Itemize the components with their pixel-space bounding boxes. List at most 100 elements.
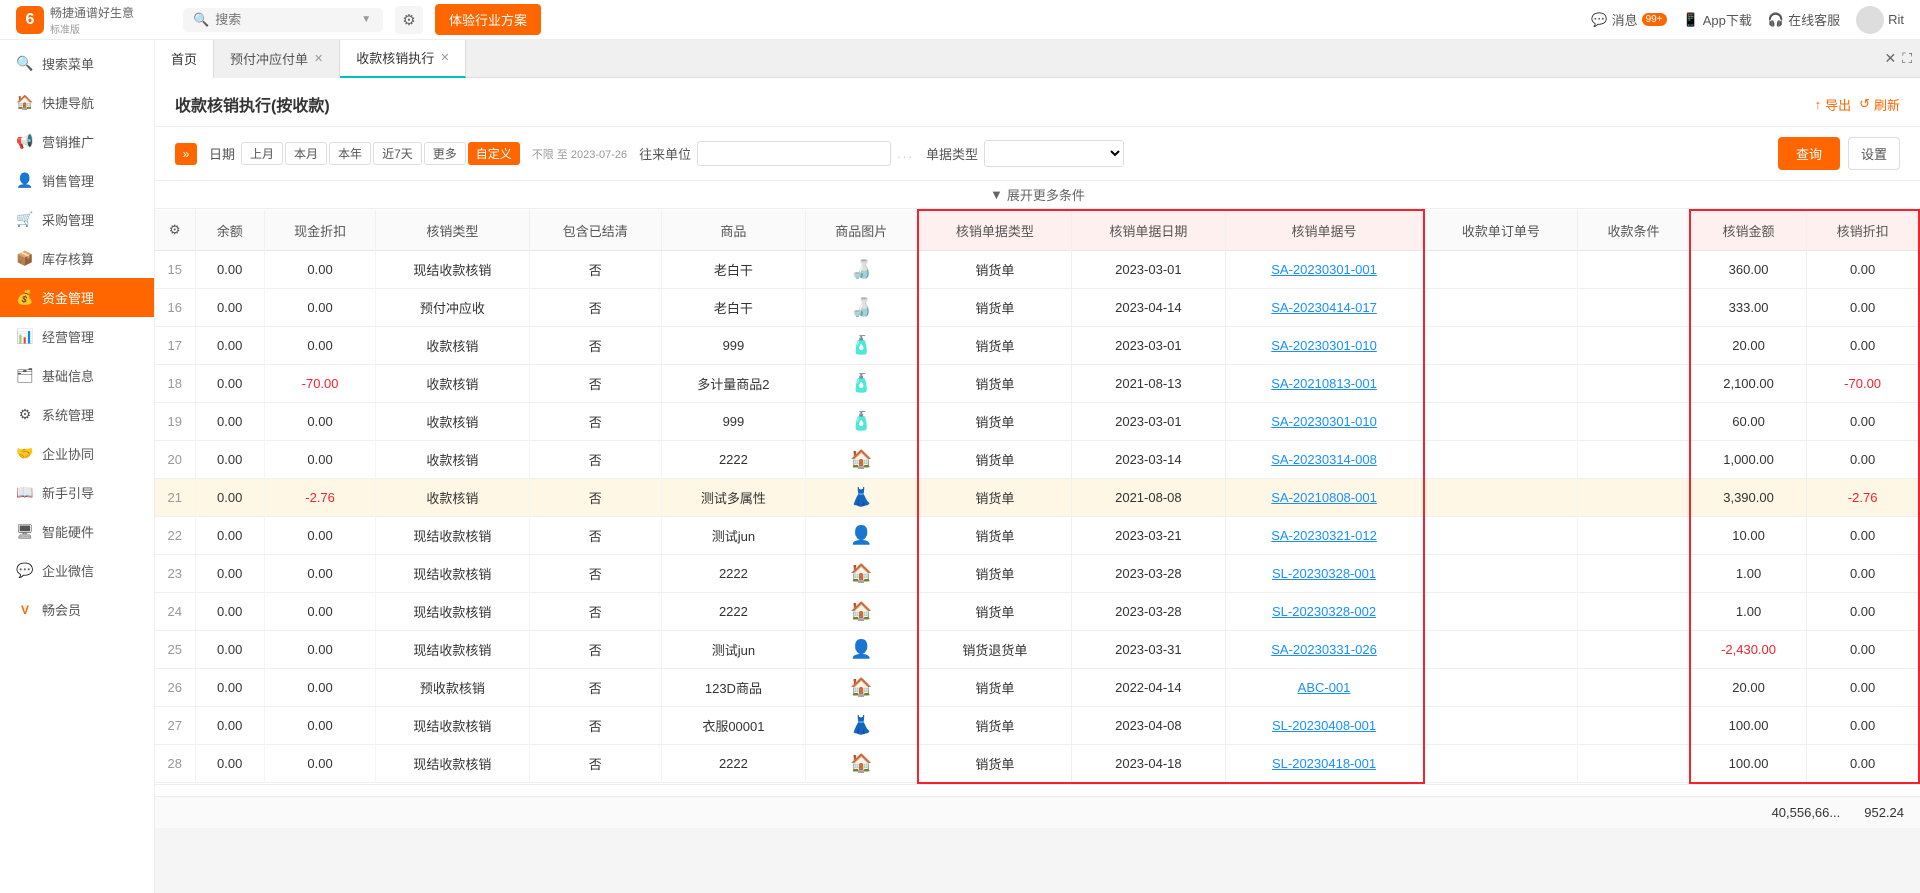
- cell-cash-discount: 0.00: [264, 517, 375, 555]
- date-btn-this-year[interactable]: 本年: [329, 142, 371, 165]
- sidebar-item-wechat[interactable]: 💬 企业微信: [0, 551, 154, 590]
- sidebar-item-system[interactable]: ⚙ 系统管理: [0, 395, 154, 434]
- cell-include-settled: 否: [529, 479, 661, 517]
- cell-cash-discount: 0.00: [264, 707, 375, 745]
- cell-bill-no[interactable]: SA-20210808-001: [1225, 479, 1424, 517]
- app-download-button[interactable]: 📱 App下载: [1683, 10, 1752, 29]
- sidebar-item-quick[interactable]: 🏠 快捷导航: [0, 83, 154, 122]
- date-filter-group: 日期 上月 本月 本年 近7天 更多 自定义: [209, 142, 520, 165]
- cell-writeoff-disc: 0.00: [1807, 403, 1919, 441]
- cell-bill-no[interactable]: SA-20230314-008: [1225, 441, 1424, 479]
- search-area[interactable]: 🔍 ▼: [183, 8, 383, 32]
- sidebar-item-mgmt[interactable]: 📊 经营管理: [0, 317, 154, 356]
- cell-receipt-order-no: [1424, 555, 1578, 593]
- trial-button[interactable]: 体验行业方案: [435, 4, 541, 35]
- sidebar-item-member[interactable]: V 畅会员: [0, 590, 154, 629]
- cell-receipt-order-no: [1424, 251, 1578, 289]
- basic-icon: 🗂: [16, 367, 34, 384]
- online-service-button[interactable]: 🎧 在线客服: [1768, 10, 1840, 29]
- query-button[interactable]: 查询: [1778, 137, 1840, 170]
- date-btn-more[interactable]: 更多: [424, 142, 466, 165]
- tab-writeoff[interactable]: 收款核销执行 ✕: [340, 40, 466, 78]
- sidebar-item-search[interactable]: 🔍 搜索菜单: [0, 44, 154, 83]
- cell-goods: 999: [661, 327, 805, 365]
- tab-prepay-label: 预付冲应付单: [230, 49, 308, 68]
- phone-icon: 📱: [1683, 12, 1699, 28]
- bill-type-select[interactable]: [984, 140, 1124, 167]
- cell-bill-no[interactable]: SA-20230414-017: [1225, 289, 1424, 327]
- sidebar-item-guide[interactable]: 📖 新手引导: [0, 473, 154, 512]
- cell-receipt-cond: [1578, 479, 1690, 517]
- tab-close-all-button[interactable]: ✕: [1884, 50, 1896, 67]
- tab-maximize-button[interactable]: ⛶: [1902, 50, 1912, 67]
- refresh-button[interactable]: ↺ 刷新: [1859, 95, 1900, 114]
- cell-include-settled: 否: [529, 555, 661, 593]
- cell-writeoff-amt: 100.00: [1690, 707, 1807, 745]
- cell-include-settled: 否: [529, 707, 661, 745]
- tab-prepay-close[interactable]: ✕: [314, 52, 323, 65]
- table-row: 15 0.00 0.00 现结收款核销 否 老白干 🍶 销货单 2023-03-…: [155, 251, 1919, 289]
- expand-more-bar[interactable]: ▼ 展开更多条件: [155, 181, 1920, 209]
- cell-goods: 测试jun: [661, 631, 805, 669]
- cell-goods-img: 🏠: [805, 441, 917, 479]
- cell-bill-no[interactable]: SL-20230328-001: [1225, 555, 1424, 593]
- export-icon: ↑: [1815, 97, 1822, 112]
- cell-include-settled: 否: [529, 365, 661, 403]
- sidebar-label-inventory: 库存核算: [42, 249, 94, 268]
- cell-bill-no[interactable]: SA-20230331-026: [1225, 631, 1424, 669]
- cell-bill-no[interactable]: SA-20230301-001: [1225, 251, 1424, 289]
- cell-cash-discount: -2.76: [264, 479, 375, 517]
- cell-bill-date: 2023-03-01: [1072, 327, 1225, 365]
- cell-bill-type: 销货单: [918, 289, 1072, 327]
- tab-home[interactable]: 首页: [155, 40, 214, 78]
- sidebar-item-inventory[interactable]: 📦 库存核算: [0, 239, 154, 278]
- th-gear[interactable]: ⚙: [155, 210, 195, 251]
- cell-bill-no[interactable]: ABC-001: [1225, 669, 1424, 707]
- marketing-icon: 📢: [16, 133, 34, 150]
- cell-writeoff-amt: 360.00: [1690, 251, 1807, 289]
- table-row: 19 0.00 0.00 收款核销 否 999 🧴 销货单 2023-03-01…: [155, 403, 1919, 441]
- cell-goods-img: 🍶: [805, 251, 917, 289]
- date-btn-7days[interactable]: 近7天: [373, 142, 422, 165]
- sidebar-item-marketing[interactable]: 📢 营销推广: [0, 122, 154, 161]
- horizontal-scrollbar[interactable]: [155, 784, 1920, 796]
- system-icon: ⚙: [16, 406, 34, 423]
- cell-bill-date: 2023-03-21: [1072, 517, 1225, 555]
- message-button[interactable]: 💬 消息 99+: [1591, 10, 1666, 29]
- expand-button[interactable]: »: [175, 143, 197, 165]
- member-icon: V: [16, 603, 34, 617]
- cell-bill-no[interactable]: SA-20230301-010: [1225, 327, 1424, 365]
- user-name: Rit: [1888, 12, 1904, 27]
- sidebar-item-purchase[interactable]: 🛒 采购管理: [0, 200, 154, 239]
- cell-balance: 0.00: [195, 327, 264, 365]
- th-receipt-order-no: 收款单订单号: [1424, 210, 1578, 251]
- cell-bill-no[interactable]: SL-20230418-001: [1225, 745, 1424, 783]
- cell-bill-type: 销货单: [918, 327, 1072, 365]
- cell-bill-no[interactable]: SA-20230301-010: [1225, 403, 1424, 441]
- counterpart-input[interactable]: [697, 141, 891, 166]
- gear-button[interactable]: ⚙: [395, 6, 423, 34]
- date-btn-last-month[interactable]: 上月: [241, 142, 283, 165]
- cell-bill-no[interactable]: SA-20210813-001: [1225, 365, 1424, 403]
- sidebar-label-search: 搜索菜单: [42, 54, 94, 73]
- tab-writeoff-close[interactable]: ✕: [440, 51, 449, 64]
- sidebar-item-sales[interactable]: 👤 销售管理: [0, 161, 154, 200]
- cell-bill-no[interactable]: SL-20230408-001: [1225, 707, 1424, 745]
- cell-goods-img: 🏠: [805, 593, 917, 631]
- cell-writeoff-disc: 0.00: [1807, 593, 1919, 631]
- export-button[interactable]: ↑ 导出: [1815, 95, 1852, 114]
- date-btn-this-month[interactable]: 本月: [285, 142, 327, 165]
- tab-prepay[interactable]: 预付冲应付单 ✕: [214, 40, 340, 78]
- user-menu[interactable]: Rit: [1856, 6, 1904, 34]
- bill-type-filter-group: 单据类型: [926, 140, 1124, 167]
- sidebar-item-basic[interactable]: 🗂 基础信息: [0, 356, 154, 395]
- cell-bill-no[interactable]: SA-20230321-012: [1225, 517, 1424, 555]
- cell-bill-no[interactable]: SL-20230328-002: [1225, 593, 1424, 631]
- date-btn-custom[interactable]: 自定义: [468, 142, 520, 165]
- dropdown-arrow-icon[interactable]: ▼: [361, 14, 371, 25]
- sidebar-item-hw[interactable]: 🖥 智能硬件: [0, 512, 154, 551]
- settings-button[interactable]: 设置: [1848, 137, 1900, 170]
- sidebar-item-finance[interactable]: 💰 资金管理: [0, 278, 154, 317]
- sidebar-item-corp[interactable]: 🤝 企业协同: [0, 434, 154, 473]
- search-input[interactable]: [215, 12, 355, 27]
